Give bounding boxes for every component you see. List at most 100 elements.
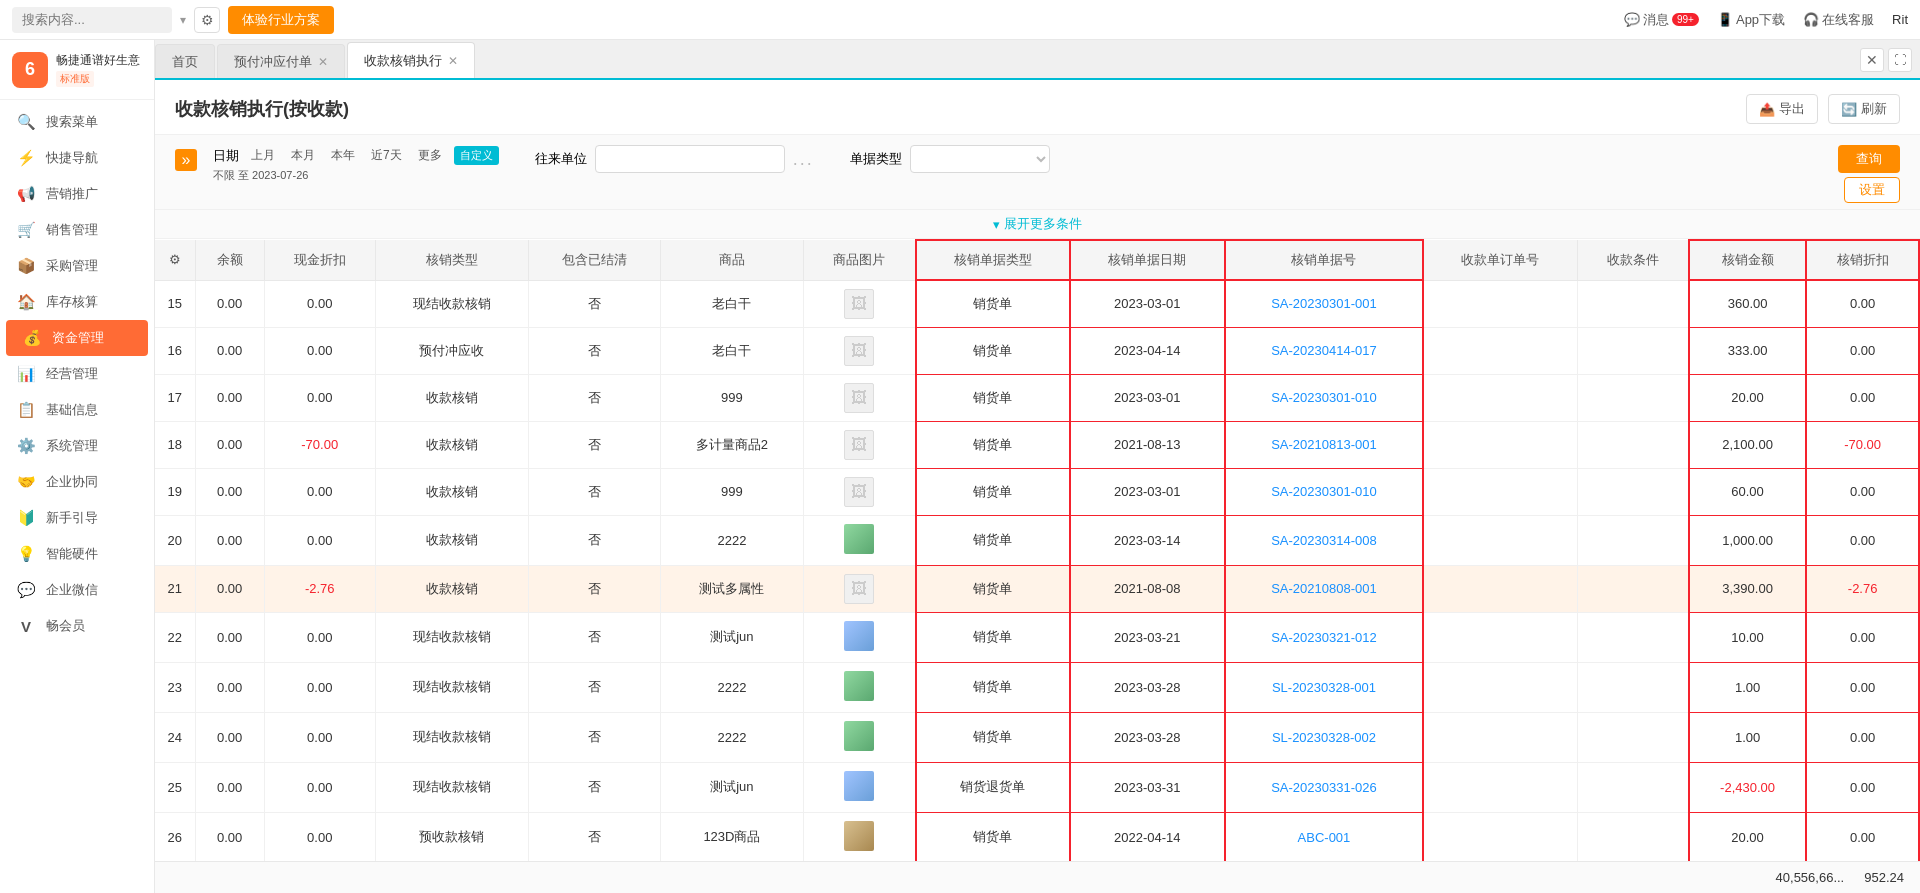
tab-home[interactable]: 首页 bbox=[155, 44, 215, 78]
date-option-more[interactable]: 更多 bbox=[414, 145, 446, 166]
window-maximize-btn[interactable]: ⛶ bbox=[1888, 48, 1912, 72]
date-option-prev-month[interactable]: 上月 bbox=[247, 145, 279, 166]
sidebar-item-quick[interactable]: ⚡ 快捷导航 bbox=[0, 140, 154, 176]
cell-balance: 0.00 bbox=[195, 327, 264, 374]
slip-no-link[interactable]: SA-20230314-008 bbox=[1271, 533, 1377, 548]
cell-product: 2222 bbox=[660, 515, 804, 565]
sidebar-item-search[interactable]: 🔍 搜索菜单 bbox=[0, 104, 154, 140]
cell-receipt-order-no bbox=[1423, 712, 1577, 762]
slip-type-select[interactable] bbox=[910, 145, 1050, 173]
cell-cash-discount: 0.00 bbox=[264, 812, 375, 862]
cell-payment-terms bbox=[1577, 612, 1689, 662]
slip-no-link[interactable]: SA-20210808-001 bbox=[1271, 581, 1377, 596]
export-btn[interactable]: 📤 导出 bbox=[1746, 94, 1818, 124]
cell-verify-slip-no[interactable]: SA-20230301-001 bbox=[1225, 280, 1424, 327]
slip-no-link[interactable]: SA-20230414-017 bbox=[1271, 343, 1377, 358]
slip-no-link[interactable]: SL-20230328-001 bbox=[1272, 680, 1376, 695]
cell-verify-slip-no[interactable]: SA-20230301-010 bbox=[1225, 374, 1424, 421]
sidebar-item-member[interactable]: V 畅会员 bbox=[0, 608, 154, 644]
slip-no-link[interactable]: SA-20210813-001 bbox=[1271, 437, 1377, 452]
cell-payment-terms bbox=[1577, 515, 1689, 565]
cell-receipt-order-no bbox=[1423, 280, 1577, 327]
close-receipt-icon[interactable]: ✕ bbox=[448, 54, 458, 68]
sidebar-item-base[interactable]: 📋 基础信息 bbox=[0, 392, 154, 428]
refresh-icon: 🔄 bbox=[1841, 102, 1857, 117]
sidebar-item-system[interactable]: ⚙️ 系统管理 bbox=[0, 428, 154, 464]
cell-verify-slip-no[interactable]: SA-20230321-012 bbox=[1225, 612, 1424, 662]
tab-receipt[interactable]: 收款核销执行 ✕ bbox=[347, 42, 475, 78]
slip-no-link[interactable]: SA-20230301-010 bbox=[1271, 484, 1377, 499]
cell-verify-slip-no[interactable]: SA-20230301-010 bbox=[1225, 468, 1424, 515]
message-btn[interactable]: 💬 消息 99+ bbox=[1624, 11, 1699, 29]
close-prepay-icon[interactable]: ✕ bbox=[318, 55, 328, 69]
industry-btn[interactable]: 体验行业方案 bbox=[228, 6, 334, 34]
online-service-btn[interactable]: 🎧 在线客服 bbox=[1803, 11, 1874, 29]
sidebar-item-marketing[interactable]: 📢 营销推广 bbox=[0, 176, 154, 212]
slip-no-link[interactable]: SA-20230301-001 bbox=[1271, 296, 1377, 311]
sidebar-item-corp[interactable]: 🤝 企业协同 bbox=[0, 464, 154, 500]
cell-cash-discount: -70.00 bbox=[264, 421, 375, 468]
slip-no-link[interactable]: SL-20230328-002 bbox=[1272, 730, 1376, 745]
cell-verify-slip-no[interactable]: SA-20230414-017 bbox=[1225, 327, 1424, 374]
sidebar-item-guide[interactable]: 🔰 新手引导 bbox=[0, 500, 154, 536]
cell-verify-type: 现结收款核销 bbox=[375, 662, 528, 712]
gear-button[interactable]: ⚙ bbox=[194, 7, 220, 33]
clipboard-icon: 📋 bbox=[16, 401, 36, 419]
cell-verify-amount: 3,390.00 bbox=[1689, 565, 1806, 612]
sidebar-item-inventory[interactable]: 🏠 库存核算 bbox=[0, 284, 154, 320]
cell-cash-discount: 0.00 bbox=[264, 612, 375, 662]
cell-verify-slip-no[interactable]: SA-20230331-026 bbox=[1225, 762, 1424, 812]
slip-no-link[interactable]: SA-20230321-012 bbox=[1271, 630, 1377, 645]
cell-verify-slip-no[interactable]: SA-20210813-001 bbox=[1225, 421, 1424, 468]
refresh-btn[interactable]: 🔄 刷新 bbox=[1828, 94, 1900, 124]
cell-no: 18 bbox=[155, 421, 195, 468]
cell-verify-amount: 20.00 bbox=[1689, 812, 1806, 862]
cell-receipt-order-no bbox=[1423, 421, 1577, 468]
col-settings[interactable]: ⚙ bbox=[155, 240, 195, 280]
date-option-cur-year[interactable]: 本年 bbox=[327, 145, 359, 166]
message-icon: 💬 bbox=[1624, 12, 1640, 27]
cell-verify-slip-no[interactable]: SA-20210808-001 bbox=[1225, 565, 1424, 612]
cell-product: 老白干 bbox=[660, 327, 804, 374]
cell-verify-slip-date: 2023-03-01 bbox=[1070, 468, 1225, 515]
cell-verify-slip-no[interactable]: ABC-001 bbox=[1225, 812, 1424, 862]
window-restore-btn[interactable]: ✕ bbox=[1860, 48, 1884, 72]
slip-no-link[interactable]: SA-20230301-010 bbox=[1271, 390, 1377, 405]
date-option-cur-month[interactable]: 本月 bbox=[287, 145, 319, 166]
logo-name: 畅捷通谱好生意 bbox=[56, 52, 140, 69]
cell-no: 20 bbox=[155, 515, 195, 565]
query-btn[interactable]: 查询 bbox=[1838, 145, 1900, 173]
sidebar-item-purchase[interactable]: 📦 采购管理 bbox=[0, 248, 154, 284]
tab-prepay[interactable]: 预付冲应付单 ✕ bbox=[217, 44, 345, 78]
cell-payment-terms bbox=[1577, 280, 1689, 327]
cell-verify-slip-no[interactable]: SL-20230328-002 bbox=[1225, 712, 1424, 762]
cell-verify-amount: 10.00 bbox=[1689, 612, 1806, 662]
sidebar-item-sales[interactable]: 🛒 销售管理 bbox=[0, 212, 154, 248]
date-option-7days[interactable]: 近7天 bbox=[367, 145, 406, 166]
from-unit-input[interactable] bbox=[595, 145, 785, 173]
cell-verify-slip-date: 2021-08-08 bbox=[1070, 565, 1225, 612]
top-search-input[interactable] bbox=[12, 7, 172, 33]
dots-indicator: ... bbox=[793, 149, 814, 170]
slip-type-label: 单据类型 bbox=[850, 150, 902, 168]
sidebar-item-finance[interactable]: 💰 资金管理 bbox=[6, 320, 148, 356]
slip-no-link[interactable]: ABC-001 bbox=[1298, 830, 1351, 845]
cell-verify-slip-no[interactable]: SA-20230314-008 bbox=[1225, 515, 1424, 565]
cell-verify-slip-no[interactable]: SL-20230328-001 bbox=[1225, 662, 1424, 712]
cell-verify-type: 收款核销 bbox=[375, 468, 528, 515]
app-download-btn[interactable]: 📱 App下载 bbox=[1717, 11, 1785, 29]
date-option-custom[interactable]: 自定义 bbox=[454, 146, 499, 165]
cell-product: 测试jun bbox=[660, 612, 804, 662]
sidebar-item-business[interactable]: 📊 经营管理 bbox=[0, 356, 154, 392]
warehouse-icon: 🏠 bbox=[16, 293, 36, 311]
cell-cash-discount: 0.00 bbox=[264, 762, 375, 812]
cell-product: 2222 bbox=[660, 662, 804, 712]
cell-cash-discount: 0.00 bbox=[264, 327, 375, 374]
sidebar-item-hardware[interactable]: 💡 智能硬件 bbox=[0, 536, 154, 572]
sidebar-item-wechat[interactable]: 💬 企业微信 bbox=[0, 572, 154, 608]
slip-no-link[interactable]: SA-20230331-026 bbox=[1271, 780, 1377, 795]
expand-more-bar[interactable]: ▾ 展开更多条件 bbox=[155, 210, 1920, 239]
filter-toggle-btn[interactable]: » bbox=[175, 149, 197, 171]
cell-balance: 0.00 bbox=[195, 712, 264, 762]
setting-filter-btn[interactable]: 设置 bbox=[1844, 177, 1900, 203]
